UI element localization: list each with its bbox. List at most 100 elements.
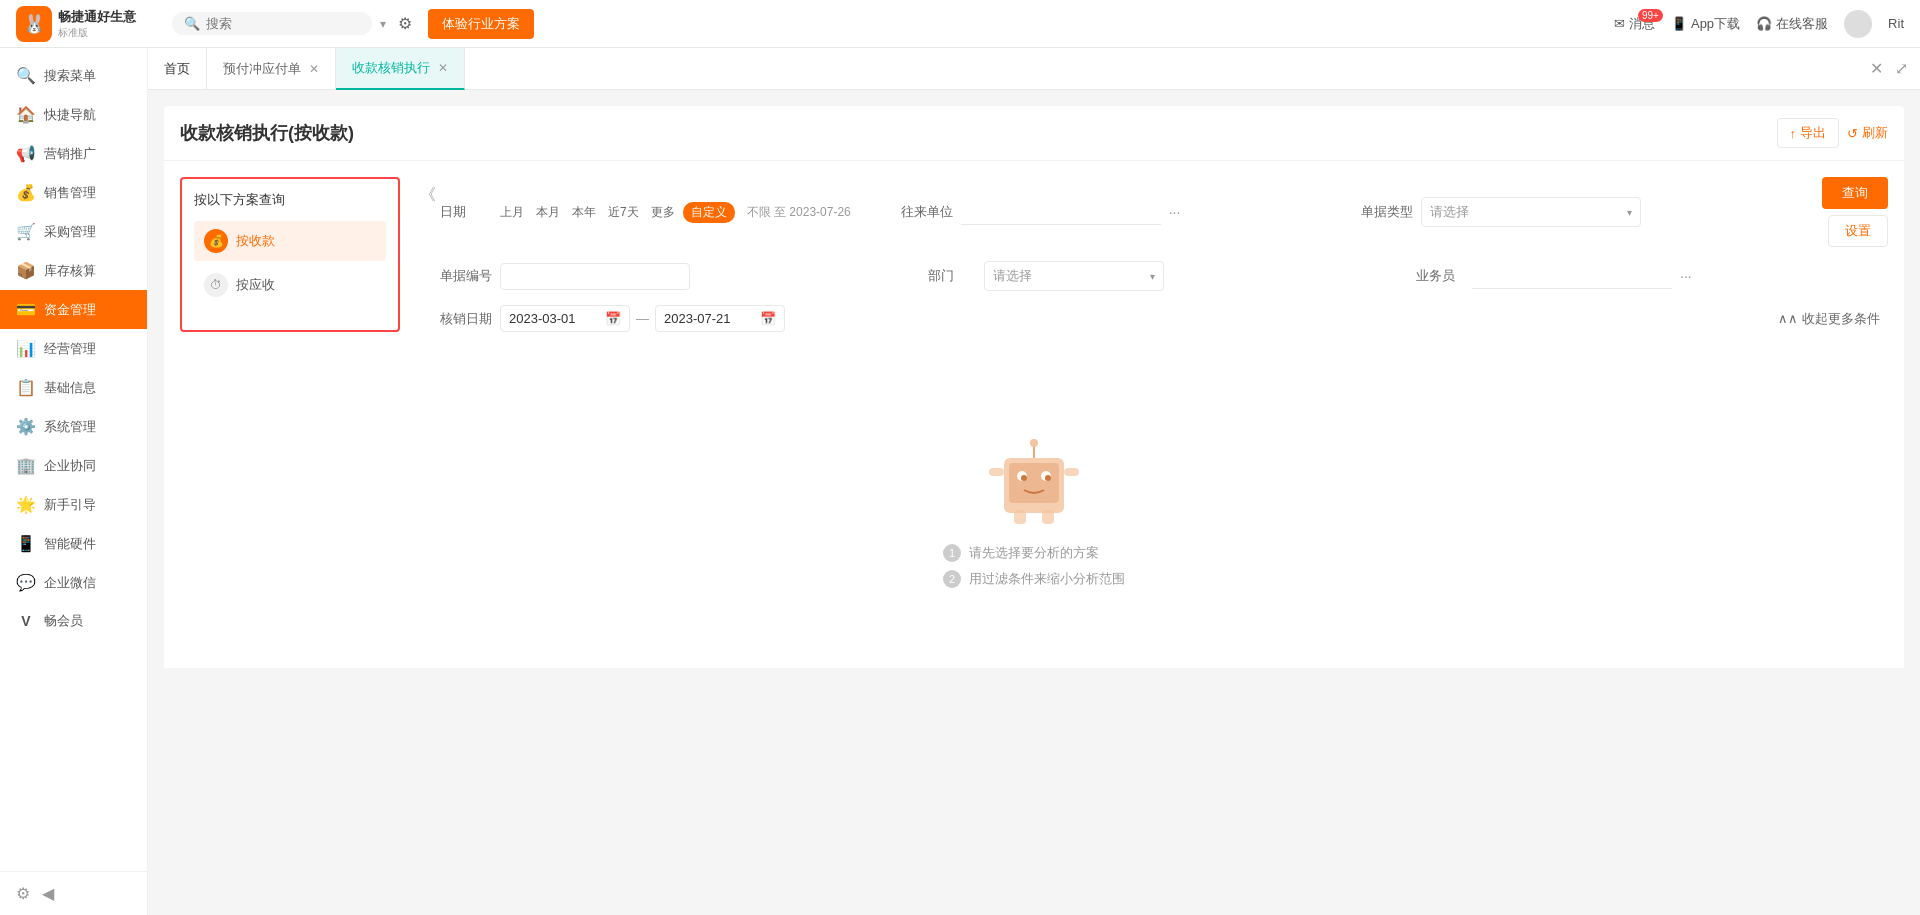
search-dropdown-btn[interactable]: ▾ [380, 17, 386, 31]
doc-no-label: 单据编号 [440, 267, 492, 285]
svg-rect-9 [1064, 468, 1079, 476]
header-left: 🐰 畅捷通好生意 标准版 🔍 ▾ ⚙ 体验行业方案 [16, 6, 1614, 42]
message-btn[interactable]: ✉ 消息 99+ [1614, 15, 1655, 33]
dept-select[interactable]: 请选择 ▾ [984, 261, 1164, 291]
empty-state-illustration [974, 428, 1094, 528]
tab-bar-end: ✕ ⤢ [1866, 55, 1920, 82]
filter-query-type-box: 按以下方案查询 💰 按收款 ⏱ 按应收 [180, 177, 400, 332]
shortcut-more[interactable]: 更多 [647, 202, 679, 223]
app-name: 畅捷通好生意 [58, 8, 136, 26]
filter-group-party: 往来单位 ··· [901, 199, 1346, 225]
party-dots-btn[interactable]: ··· [1169, 204, 1181, 220]
query-btn[interactable]: 查询 [1822, 177, 1888, 209]
filter-left-collapse-btn[interactable]: 《 [416, 185, 440, 206]
page-title: 收款核销执行(按收款) [180, 121, 354, 145]
capital-icon: 💳 [16, 300, 36, 319]
main-content: 首页 预付冲应付单 ✕ 收款核销执行 ✕ ✕ ⤢ 收款核销执行(按收款) ↑ 导… [148, 48, 1920, 915]
tip-text-1: 请先选择要分析的方案 [969, 544, 1099, 562]
tab-expand-btn[interactable]: ⤢ [1891, 55, 1912, 82]
headset-icon: 🎧 [1756, 16, 1772, 31]
sidebar-item-guide[interactable]: 🌟 新手引导 [0, 485, 147, 524]
tab-close-all-btn[interactable]: ✕ [1866, 55, 1887, 82]
search-input[interactable] [206, 16, 346, 31]
app-download-btn[interactable]: 📱 App下载 [1671, 15, 1740, 33]
sidebar-item-capital[interactable]: 💳 资金管理 [0, 290, 147, 329]
refresh-label: 刷新 [1862, 124, 1888, 142]
tab-prepay[interactable]: 预付冲应付单 ✕ [207, 48, 336, 90]
system-icon: ⚙️ [16, 417, 36, 436]
filter-settings-btn[interactable]: 设置 [1828, 215, 1888, 247]
calendar-end-icon: 📅 [760, 311, 776, 326]
sidebar-nav: 🔍 搜索菜单 🏠 快捷导航 📢 营销推广 💰 销售管理 🛒 采购管理 📦 库存核… [0, 48, 147, 871]
svg-rect-8 [989, 468, 1004, 476]
export-btn[interactable]: ↑ 导出 [1777, 118, 1840, 148]
check-date-end-input[interactable]: 2023-07-21 📅 [655, 305, 785, 332]
doc-no-input[interactable] [500, 263, 690, 290]
sidebar-settings-btn[interactable]: ⚙ [16, 884, 30, 903]
message-badge: 99+ [1638, 9, 1663, 22]
sidebar-item-member[interactable]: V 畅会员 [0, 602, 147, 640]
collapse-more-btn[interactable]: ∧∧ 收起更多条件 [1770, 306, 1888, 332]
sidebar-item-smart-hw[interactable]: 📱 智能硬件 [0, 524, 147, 563]
filter-option-by-receivable[interactable]: ⏱ 按应收 [194, 265, 386, 305]
sidebar-item-quick-nav[interactable]: 🏠 快捷导航 [0, 95, 147, 134]
filter-option-by-receipt[interactable]: 💰 按收款 [194, 221, 386, 261]
sidebar-item-purchase[interactable]: 🛒 采购管理 [0, 212, 147, 251]
by-receivable-label: 按应收 [236, 276, 275, 294]
tip-num-2: 2 [943, 570, 961, 588]
shortcut-last-month[interactable]: 上月 [496, 202, 528, 223]
enterprise-icon: 🏢 [16, 456, 36, 475]
shortcut-custom[interactable]: 自定义 [683, 202, 735, 223]
sidebar-item-system[interactable]: ⚙️ 系统管理 [0, 407, 147, 446]
shortcut-this-year[interactable]: 本年 [568, 202, 600, 223]
filter-row-3: 核销日期 2023-03-01 📅 — 2023-07-21 📅 [440, 305, 1888, 332]
empty-tip-2: 2 用过滤条件来缩小分析范围 [943, 570, 1125, 588]
sidebar-item-label: 搜索菜单 [44, 67, 96, 85]
tab-prepay-label: 预付冲应付单 [223, 60, 301, 78]
page-title-bar: 收款核销执行(按收款) ↑ 导出 ↺ 刷新 [164, 106, 1904, 161]
collapse-more-icon: ∧∧ [1778, 311, 1798, 326]
tab-receipt-verify[interactable]: 收款核销执行 ✕ [336, 48, 465, 90]
sidebar-item-label: 新手引导 [44, 496, 96, 514]
shortcut-7days[interactable]: 近7天 [604, 202, 643, 223]
tip-num-1: 1 [943, 544, 961, 562]
sidebar-item-operations[interactable]: 📊 经营管理 [0, 329, 147, 368]
check-date-start-input[interactable]: 2023-03-01 📅 [500, 305, 630, 332]
refresh-btn[interactable]: ↺ 刷新 [1847, 124, 1888, 142]
user-name[interactable]: Rit [1888, 16, 1904, 31]
industry-solution-btn[interactable]: 体验行业方案 [428, 9, 534, 39]
sidebar-item-label: 销售管理 [44, 184, 96, 202]
sidebar-item-inventory[interactable]: 📦 库存核算 [0, 251, 147, 290]
purchase-icon: 🛒 [16, 222, 36, 241]
empty-tip-1: 1 请先选择要分析的方案 [943, 544, 1125, 562]
party-input[interactable] [961, 199, 1161, 225]
sidebar-item-sales[interactable]: 💰 销售管理 [0, 173, 147, 212]
shortcut-this-month[interactable]: 本月 [532, 202, 564, 223]
staff-input[interactable] [1472, 263, 1672, 289]
user-avatar[interactable] [1844, 10, 1872, 38]
filter-fields: 日期 上月 本月 本年 近7天 更多 自定义 不限 至 2023-07-26 [440, 177, 1888, 332]
by-receipt-label: 按收款 [236, 232, 275, 250]
sidebar-item-enterprise[interactable]: 🏢 企业协同 [0, 446, 147, 485]
tab-home[interactable]: 首页 [148, 48, 207, 90]
quick-nav-icon: 🏠 [16, 105, 36, 124]
logo-text-area: 畅捷通好生意 标准版 [58, 8, 136, 40]
page-content-area: 收款核销执行(按收款) ↑ 导出 ↺ 刷新 按以下方案查询 💰 按收款 [148, 90, 1920, 915]
online-service-btn[interactable]: 🎧 在线客服 [1756, 15, 1828, 33]
export-label: 导出 [1800, 124, 1826, 142]
filter-group-date: 日期 上月 本月 本年 近7天 更多 自定义 不限 至 2023-07-26 [440, 202, 885, 223]
page-title-actions: ↑ 导出 ↺ 刷新 [1777, 118, 1889, 148]
marketing-icon: 📢 [16, 144, 36, 163]
sidebar-item-basic-info[interactable]: 📋 基础信息 [0, 368, 147, 407]
sidebar-item-search-menu[interactable]: 🔍 搜索菜单 [0, 56, 147, 95]
tab-prepay-close[interactable]: ✕ [309, 62, 319, 76]
sidebar-item-wx[interactable]: 💬 企业微信 [0, 563, 147, 602]
doc-type-select[interactable]: 请选择 ▾ [1421, 197, 1641, 227]
settings-gear-btn[interactable]: ⚙ [398, 14, 412, 33]
sidebar-collapse-btn[interactable]: ◀ [42, 884, 54, 903]
tab-receipt-verify-close[interactable]: ✕ [438, 61, 448, 75]
header-search-box[interactable]: 🔍 [172, 12, 372, 35]
sidebar-item-marketing[interactable]: 📢 营销推广 [0, 134, 147, 173]
staff-dots-btn[interactable]: ··· [1680, 268, 1692, 284]
inventory-icon: 📦 [16, 261, 36, 280]
